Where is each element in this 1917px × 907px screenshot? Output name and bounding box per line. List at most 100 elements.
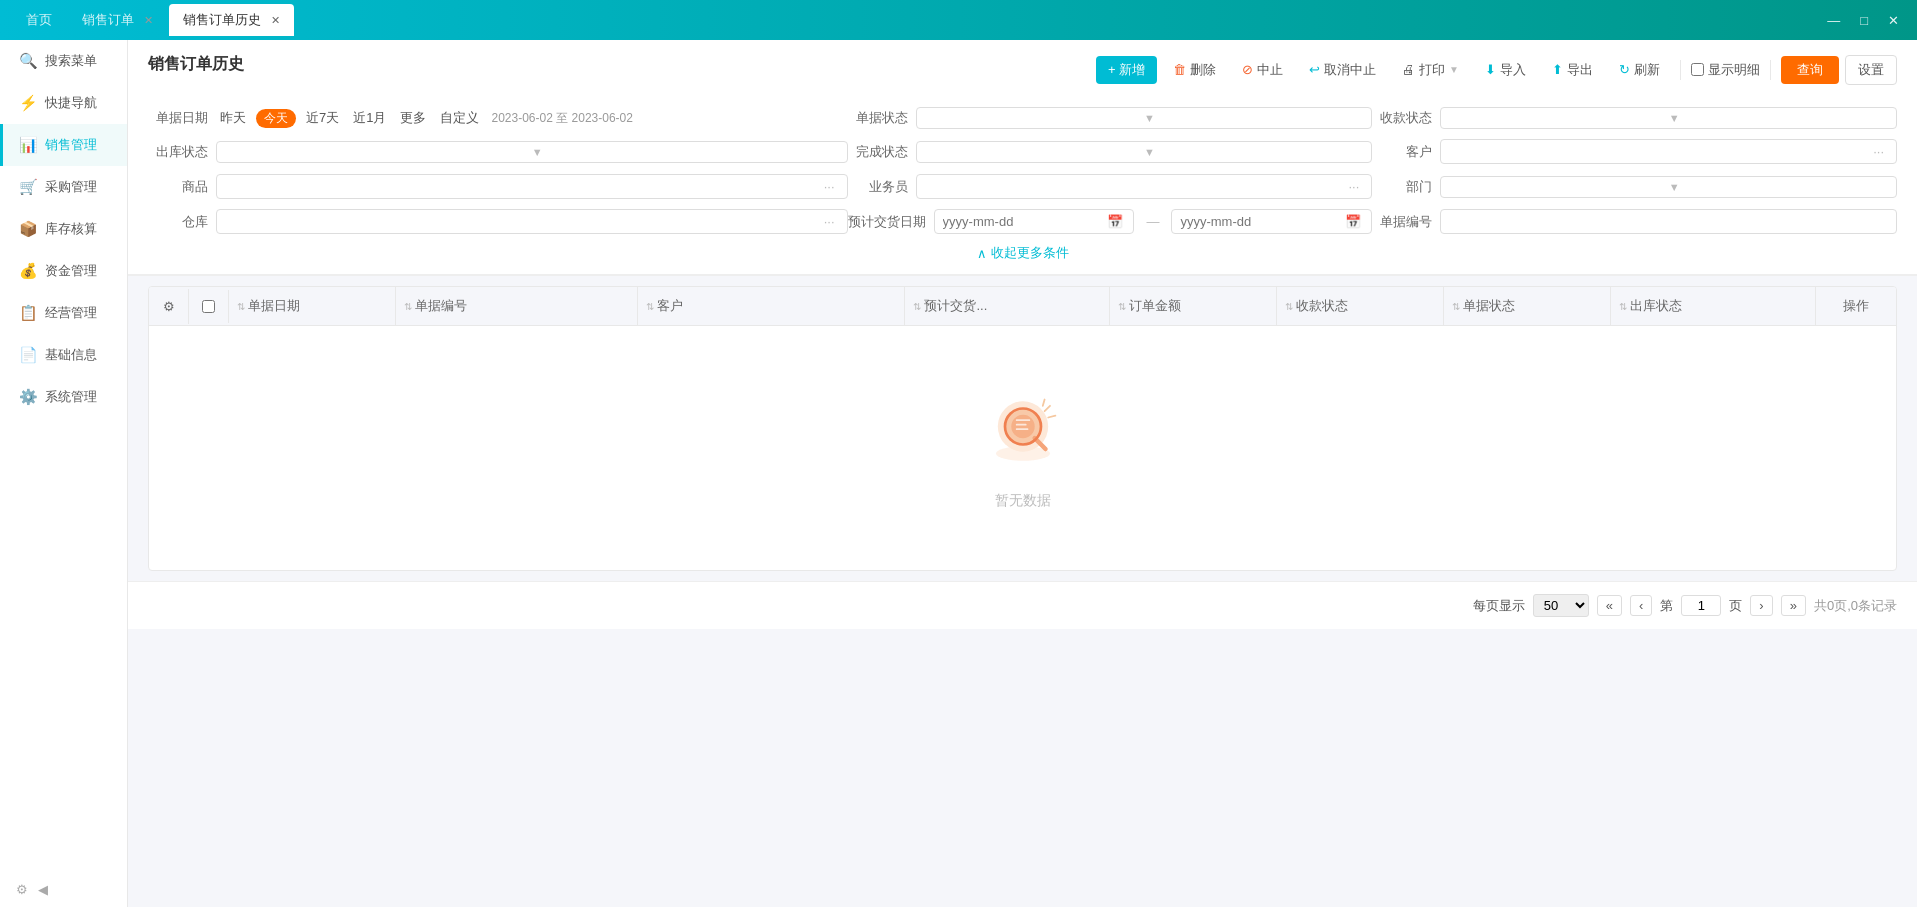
page-input[interactable] — [1681, 595, 1721, 616]
doc-status-select[interactable]: ▼ — [916, 107, 1373, 129]
doc-number-field[interactable] — [1449, 214, 1888, 229]
salesperson-field[interactable] — [925, 179, 1345, 194]
collapse-more-btn[interactable]: ∧ 收起更多条件 — [148, 244, 1897, 262]
th-amount-sort-icon[interactable]: ⇅ — [1118, 301, 1126, 312]
out-status-select[interactable]: ▼ — [216, 141, 848, 163]
product-field[interactable] — [225, 179, 820, 194]
svg-rect-11 — [1015, 428, 1028, 430]
th-date-sort-icon[interactable]: ⇅ — [237, 301, 245, 312]
select-all-checkbox[interactable] — [202, 300, 215, 313]
department-select[interactable]: ▼ — [1440, 176, 1897, 198]
toolbar-divider — [1680, 60, 1681, 80]
print-icon: 🖨 — [1402, 62, 1415, 77]
page-header-section: 销售订单历史 + 新增 🗑 删除 ⊘ 中止 ↩ 取消中止 — [128, 40, 1917, 276]
sidebar-item-search[interactable]: 🔍 搜索菜单 — [0, 40, 127, 82]
last-page-btn[interactable]: » — [1781, 595, 1806, 616]
product-input[interactable]: ··· — [216, 174, 848, 199]
date-yesterday-btn[interactable]: 昨天 — [216, 108, 250, 128]
customer-field[interactable] — [1449, 144, 1869, 159]
receipt-status-select[interactable]: ▼ — [1440, 107, 1897, 129]
new-button[interactable]: + 新增 — [1096, 56, 1157, 84]
salesperson-ellipsis[interactable]: ··· — [1344, 179, 1363, 194]
export-button[interactable]: ⬆ 导出 — [1542, 56, 1603, 84]
tab-home[interactable]: 首页 — [12, 4, 66, 36]
date-separator: — — [1142, 214, 1163, 229]
doc-number-input[interactable] — [1440, 209, 1897, 234]
sidebar-item-finance[interactable]: 💰 资金管理 — [0, 250, 127, 292]
filter-row-2: 出库状态 ▼ 完成状态 ▼ 客户 — [148, 139, 1897, 164]
sales-icon: 📊 — [19, 136, 37, 154]
th-out-status-sort-icon[interactable]: ⇅ — [1619, 301, 1627, 312]
close-button[interactable]: ✕ — [1882, 11, 1905, 30]
sidebar-item-purchase[interactable]: 🛒 采购管理 — [0, 166, 127, 208]
date-more-btn[interactable]: 更多 — [396, 108, 430, 128]
th-checkbox[interactable] — [189, 290, 229, 323]
sidebar-bottom: ⚙ ◀ — [0, 872, 127, 907]
th-receipt-sort-icon[interactable]: ⇅ — [1285, 301, 1293, 312]
th-customer-sort-icon[interactable]: ⇅ — [646, 301, 654, 312]
sidebar-settings-icon[interactable]: ⚙ — [16, 882, 28, 897]
sidebar-item-sales[interactable]: 📊 销售管理 — [0, 124, 127, 166]
delete-button[interactable]: 🗑 删除 — [1163, 56, 1226, 84]
warehouse-input[interactable]: ··· — [216, 209, 848, 234]
delivery-date-to-field[interactable] — [1180, 214, 1343, 229]
th-status: ⇅ 单据状态 — [1444, 287, 1611, 325]
inventory-icon: 📦 — [19, 220, 37, 238]
th-delivery-sort-icon[interactable]: ⇅ — [913, 301, 921, 312]
filter-area: 单据日期 昨天 今天 近7天 近1月 更多 自定义 2023-06-02 至 — [128, 95, 1917, 275]
close-tab-sales-order[interactable]: ✕ — [144, 14, 153, 27]
date-custom-btn[interactable]: 自定义 — [436, 108, 483, 128]
query-button[interactable]: 查询 — [1781, 56, 1839, 84]
customer-input[interactable]: ··· — [1440, 139, 1897, 164]
doc-status-label: 单据状态 — [848, 109, 908, 127]
import-button[interactable]: ⬇ 导入 — [1475, 56, 1536, 84]
date-7days-btn[interactable]: 近7天 — [302, 108, 343, 128]
doc-number-label: 单据编号 — [1372, 213, 1432, 231]
settings-button[interactable]: 设置 — [1845, 55, 1897, 85]
table-wrap: ⚙ ⇅ 单据日期 ⇅ 单据编号 ⇅ 客户 — [148, 286, 1897, 571]
show-detail-toggle[interactable]: 显示明细 — [1691, 61, 1760, 79]
salesperson-input[interactable]: ··· — [916, 174, 1373, 199]
refresh-button[interactable]: ↻ 刷新 — [1609, 56, 1670, 84]
warehouse-field[interactable] — [225, 214, 820, 229]
refresh-icon: ↻ — [1619, 62, 1630, 77]
delivery-date-from[interactable]: 📅 — [934, 209, 1135, 234]
stop-button[interactable]: ⊘ 中止 — [1232, 56, 1293, 84]
settings-icon[interactable]: ⚙ — [163, 299, 175, 314]
th-settings[interactable]: ⚙ — [149, 289, 189, 324]
product-ellipsis[interactable]: ··· — [820, 179, 839, 194]
th-no-sort-icon[interactable]: ⇅ — [404, 301, 412, 312]
show-detail-checkbox[interactable] — [1691, 63, 1704, 76]
tab-sales-order[interactable]: 销售订单 ✕ — [68, 4, 167, 36]
per-page-select[interactable]: 50 10 20 100 — [1533, 594, 1589, 617]
first-page-btn[interactable]: « — [1597, 595, 1622, 616]
maximize-button[interactable]: □ — [1854, 11, 1874, 30]
sidebar-item-quick-nav[interactable]: ⚡ 快捷导航 — [0, 82, 127, 124]
customer-ellipsis[interactable]: ··· — [1869, 144, 1888, 159]
tab-sales-order-history[interactable]: 销售订单历史 ✕ — [169, 4, 294, 36]
minimize-button[interactable]: — — [1821, 11, 1846, 30]
sidebar: 🔍 搜索菜单 ⚡ 快捷导航 📊 销售管理 🛒 采购管理 📦 库存核算 💰 资金管… — [0, 40, 128, 907]
content-area: 销售订单历史 + 新增 🗑 删除 ⊘ 中止 ↩ 取消中止 — [128, 40, 1917, 907]
svg-line-7 — [1048, 416, 1055, 418]
delivery-date-from-field[interactable] — [943, 214, 1106, 229]
filter-warehouse: 仓库 ··· — [148, 209, 848, 234]
complete-status-select[interactable]: ▼ — [916, 141, 1373, 163]
date-today-btn[interactable]: 今天 — [256, 109, 296, 128]
close-tab-sales-order-history[interactable]: ✕ — [271, 14, 280, 27]
sidebar-item-operation[interactable]: 📋 经营管理 — [0, 292, 127, 334]
next-page-btn[interactable]: › — [1750, 595, 1772, 616]
sidebar-collapse-icon[interactable]: ◀ — [38, 882, 48, 897]
delivery-date-to[interactable]: 📅 — [1171, 209, 1372, 234]
sidebar-item-inventory[interactable]: 📦 库存核算 — [0, 208, 127, 250]
cancel-stop-button[interactable]: ↩ 取消中止 — [1299, 56, 1386, 84]
date-1month-btn[interactable]: 近1月 — [349, 108, 390, 128]
product-label: 商品 — [148, 178, 208, 196]
sidebar-item-base-info[interactable]: 📄 基础信息 — [0, 334, 127, 376]
warehouse-ellipsis[interactable]: ··· — [820, 214, 839, 229]
print-button[interactable]: 🖨 打印 ▼ — [1392, 56, 1469, 84]
page-total: 共0页,0条记录 — [1814, 597, 1897, 615]
sidebar-item-system[interactable]: ⚙️ 系统管理 — [0, 376, 127, 418]
th-status-sort-icon[interactable]: ⇅ — [1452, 301, 1460, 312]
prev-page-btn[interactable]: ‹ — [1630, 595, 1652, 616]
